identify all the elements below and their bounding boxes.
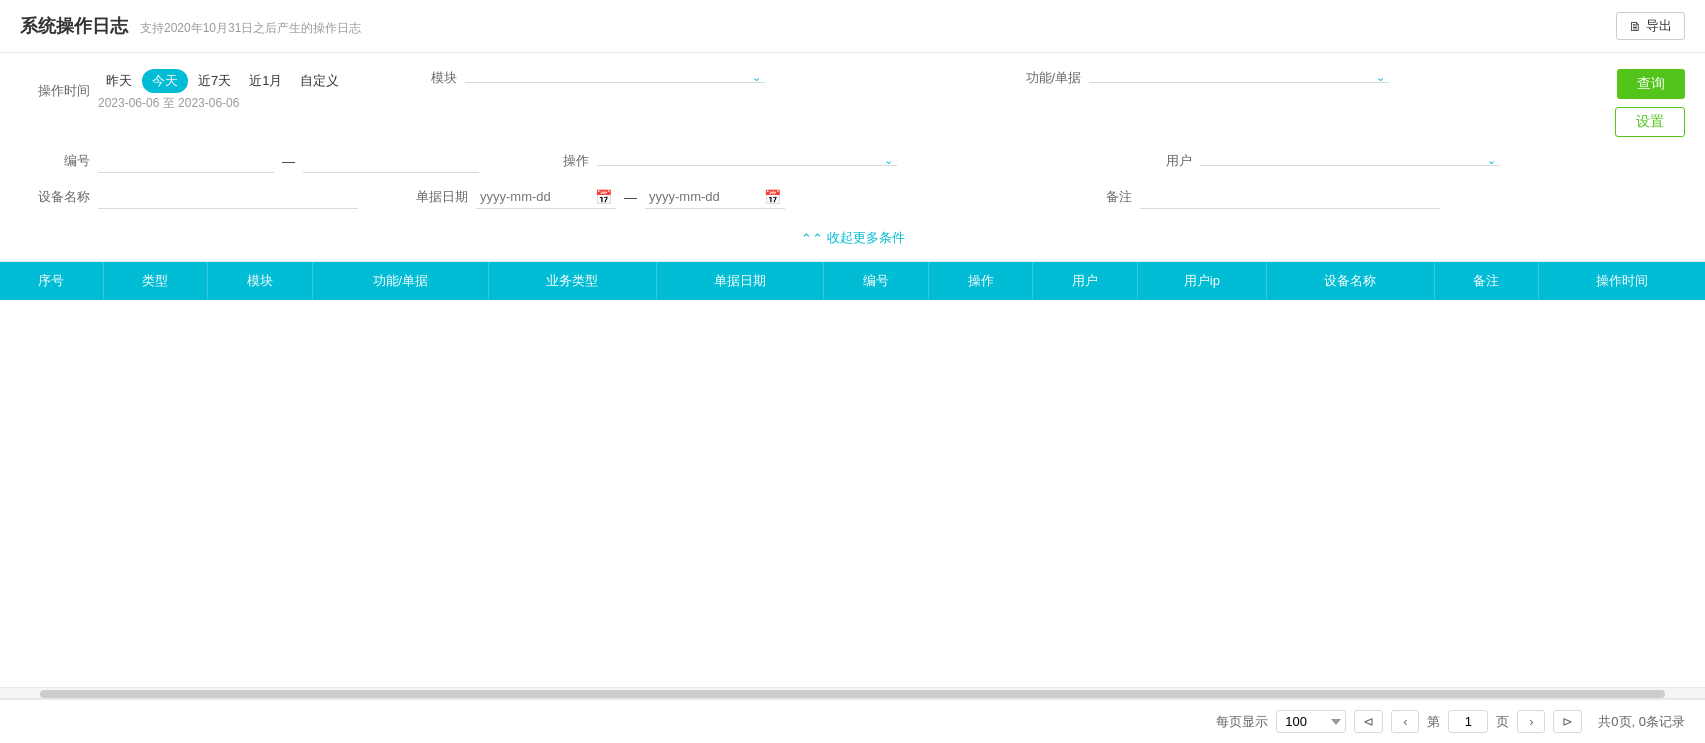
function-filter: 功能/单据 ⌄ xyxy=(1001,69,1575,87)
col-optime: 操作时间 xyxy=(1538,262,1705,300)
table-header: 序号 类型 模块 功能/单据 业务类型 单据日期 编号 操作 用户 用户ip 设… xyxy=(0,262,1705,300)
date-end-wrapper[interactable]: 📅 xyxy=(645,185,785,209)
module-chevron-icon: ⌄ xyxy=(752,71,761,84)
operation-label: 操作 xyxy=(519,152,589,170)
filter-row-1: 操作时间 昨天 今天 近7天 近1月 自定义 2023-06-06 至 2023… xyxy=(20,69,1685,137)
filter-row-3: 设备名称 单据日期 📅 — 📅 备注 xyxy=(20,185,1685,209)
page-size-label: 每页显示 xyxy=(1216,713,1268,731)
table-wrapper: 序号 类型 模块 功能/单据 业务类型 单据日期 编号 操作 用户 用户ip 设… xyxy=(0,262,1705,687)
col-user: 用户 xyxy=(1033,262,1137,300)
date-range-display: 2023-06-06 至 2023-06-06 xyxy=(98,95,347,112)
col-docdate: 单据日期 xyxy=(656,262,824,300)
filter-area: 操作时间 昨天 今天 近7天 近1月 自定义 2023-06-06 至 2023… xyxy=(0,53,1705,262)
page-title: 系统操作日志 xyxy=(20,14,128,38)
time-btn-today[interactable]: 今天 xyxy=(142,69,188,93)
col-function: 功能/单据 xyxy=(312,262,488,300)
empty-area xyxy=(0,300,1705,650)
user-filter: 用户 ⌄ xyxy=(1122,152,1685,170)
header-left: 系统操作日志 支持2020年10月31日之后产生的操作日志 xyxy=(20,14,361,38)
page-label: 第 xyxy=(1427,713,1440,731)
data-table: 序号 类型 模块 功能/单据 业务类型 单据日期 编号 操作 用户 用户ip 设… xyxy=(0,262,1705,300)
remark-label: 备注 xyxy=(1062,188,1132,206)
query-button[interactable]: 查询 xyxy=(1617,69,1685,99)
time-buttons-row: 昨天 今天 近7天 近1月 自定义 xyxy=(98,69,347,93)
total-text: 共0页, 0条记录 xyxy=(1598,713,1685,731)
export-button[interactable]: 🗎 导出 xyxy=(1616,12,1685,40)
table-header-row: 序号 类型 模块 功能/单据 业务类型 单据日期 编号 操作 用户 用户ip 设… xyxy=(0,262,1705,300)
col-index: 序号 xyxy=(0,262,103,300)
col-device: 设备名称 xyxy=(1266,262,1434,300)
collapse-row: ⌃⌃ 收起更多条件 xyxy=(20,221,1685,251)
operation-select[interactable]: ⌄ xyxy=(597,157,897,166)
date-dash: — xyxy=(624,190,637,205)
module-filter: 模块 ⌄ xyxy=(387,69,961,87)
time-filter-block: 昨天 今天 近7天 近1月 自定义 2023-06-06 至 2023-06-0… xyxy=(98,69,347,112)
col-biztype: 业务类型 xyxy=(489,262,657,300)
user-select[interactable]: ⌄ xyxy=(1200,157,1500,166)
function-label: 功能/单据 xyxy=(1001,69,1081,87)
page-subtitle: 支持2020年10月31日之后产生的操作日志 xyxy=(140,20,361,37)
page-header: 系统操作日志 支持2020年10月31日之后产生的操作日志 🗎 导出 xyxy=(0,0,1705,53)
time-btn-yesterday[interactable]: 昨天 xyxy=(98,69,140,93)
page-number-input[interactable] xyxy=(1448,710,1488,733)
last-page-button[interactable]: ⊳ xyxy=(1553,710,1582,733)
time-filter-group: 操作时间 昨天 今天 近7天 近1月 自定义 2023-06-06 至 2023… xyxy=(20,69,347,112)
number-dash: — xyxy=(282,154,295,169)
user-label: 用户 xyxy=(1122,152,1192,170)
horizontal-scrollbar[interactable] xyxy=(40,690,1665,698)
document-date-filter: 单据日期 📅 — 📅 xyxy=(398,185,1022,209)
remark-input[interactable] xyxy=(1140,185,1440,209)
first-page-button[interactable]: ⊲ xyxy=(1354,710,1383,733)
collapse-chevron-icon: ⌃⌃ xyxy=(801,231,823,246)
page-size-select[interactable]: 100 50 200 xyxy=(1276,710,1346,733)
col-type: 类型 xyxy=(103,262,207,300)
number-input-start[interactable] xyxy=(98,149,274,173)
time-btn-7days[interactable]: 近7天 xyxy=(190,69,239,93)
function-chevron-icon: ⌄ xyxy=(1376,71,1385,84)
col-remark: 备注 xyxy=(1434,262,1538,300)
pagination-bar: 每页显示 100 50 200 ⊲ ‹ 第 页 › ⊳ 共0页, 0条记录 xyxy=(0,699,1705,743)
page-unit: 页 xyxy=(1496,713,1509,731)
export-icon: 🗎 xyxy=(1629,19,1642,34)
settings-button[interactable]: 设置 xyxy=(1615,107,1685,137)
device-input[interactable] xyxy=(98,185,358,209)
col-number: 编号 xyxy=(824,262,928,300)
remark-filter: 备注 xyxy=(1062,185,1686,209)
number-label: 编号 xyxy=(20,152,90,170)
col-operation: 操作 xyxy=(928,262,1032,300)
operation-filter: 操作 ⌄ xyxy=(519,152,1082,170)
col-module: 模块 xyxy=(208,262,312,300)
number-filter: 编号 — xyxy=(20,149,479,173)
export-label: 导出 xyxy=(1646,17,1672,35)
collapse-button[interactable]: ⌃⌃ 收起更多条件 xyxy=(801,229,905,247)
filter-row-2: 编号 — 操作 ⌄ 用户 ⌄ xyxy=(20,149,1685,173)
date-end-input[interactable] xyxy=(645,185,775,208)
device-label: 设备名称 xyxy=(20,188,90,206)
scrollbar-area[interactable] xyxy=(0,687,1705,699)
calendar-start-icon[interactable]: 📅 xyxy=(595,189,612,205)
number-input-end[interactable] xyxy=(303,149,479,173)
time-btn-custom[interactable]: 自定义 xyxy=(292,69,347,93)
user-chevron-icon: ⌄ xyxy=(1487,154,1496,167)
operation-chevron-icon: ⌄ xyxy=(884,154,893,167)
date-start-wrapper[interactable]: 📅 xyxy=(476,185,616,209)
document-date-label: 单据日期 xyxy=(398,188,468,206)
date-start-input[interactable] xyxy=(476,185,606,208)
device-filter: 设备名称 xyxy=(20,185,358,209)
next-page-button[interactable]: › xyxy=(1517,710,1545,733)
collapse-label: 收起更多条件 xyxy=(827,229,905,247)
module-select[interactable]: ⌄ xyxy=(465,74,765,83)
time-label: 操作时间 xyxy=(20,82,90,100)
col-userip: 用户ip xyxy=(1137,262,1266,300)
module-label: 模块 xyxy=(387,69,457,87)
calendar-end-icon[interactable]: 📅 xyxy=(764,189,781,205)
prev-page-button[interactable]: ‹ xyxy=(1391,710,1419,733)
function-select[interactable]: ⌄ xyxy=(1089,74,1389,83)
time-btn-1month[interactable]: 近1月 xyxy=(241,69,290,93)
filter-actions: 查询 设置 xyxy=(1615,69,1685,137)
